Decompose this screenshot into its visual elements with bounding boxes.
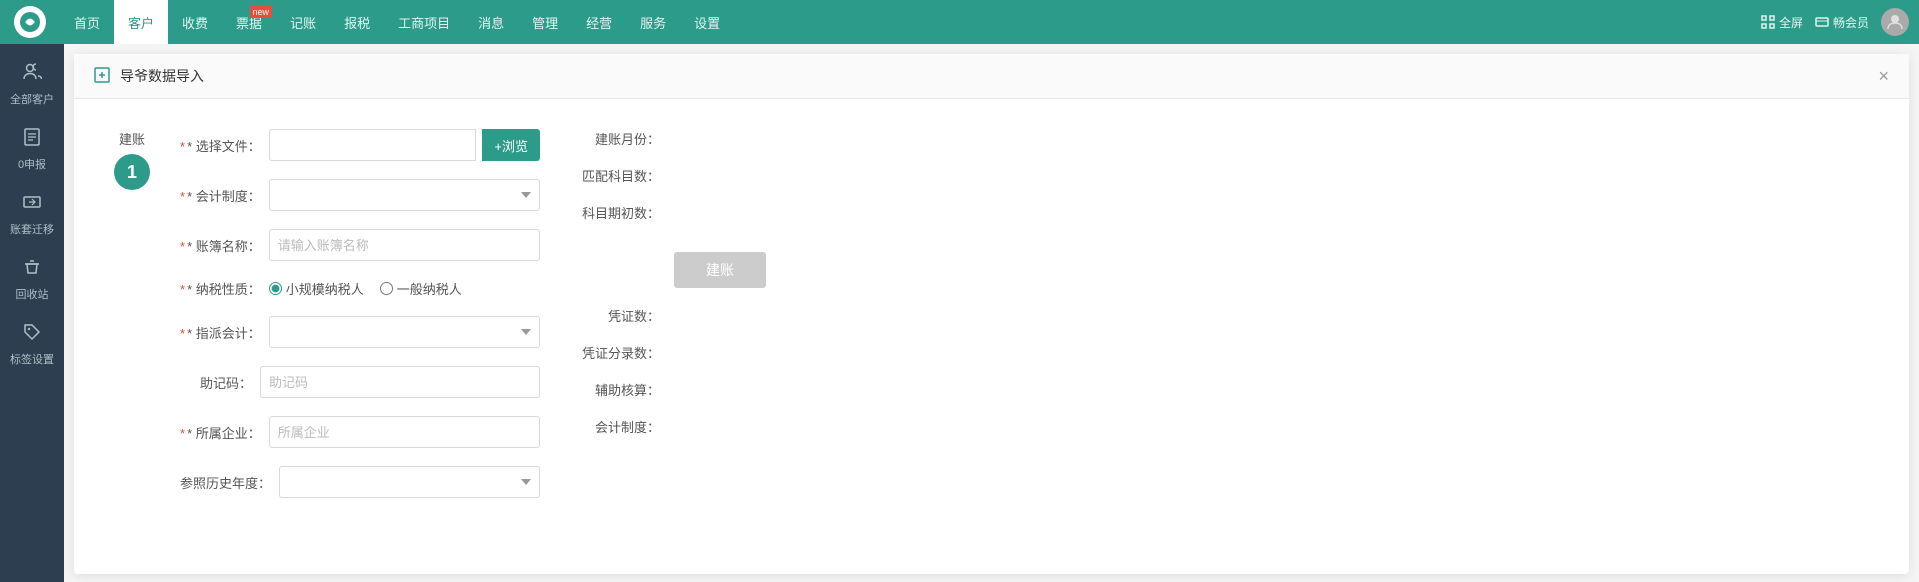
info-row-build-month: 建账月份： bbox=[580, 129, 860, 148]
nav-item-service[interactable]: 服务 bbox=[626, 0, 680, 44]
affiliated-company-input[interactable] bbox=[269, 416, 540, 448]
info-row-aux-calc: 辅助核算： bbox=[580, 380, 860, 399]
sidebar-label-all-clients: 全部客户 bbox=[10, 91, 54, 107]
nav-item-client[interactable]: 客户 bbox=[114, 0, 168, 44]
ledger-name-input[interactable] bbox=[269, 229, 540, 261]
build-account-button[interactable]: 建账 bbox=[674, 252, 766, 288]
info-row-voucher-entries: 凭证分录数： bbox=[580, 343, 860, 362]
affiliated-company-row: ** 所属企业： bbox=[180, 416, 540, 448]
form-layout: ** 选择文件： +浏览 ** 会计制度： bbox=[180, 129, 1869, 516]
step-circle: 1 bbox=[114, 154, 150, 190]
sidebar: 全部客户 0申报 账套迁移 回收站 标签设置 bbox=[0, 44, 64, 582]
nav-right: 全屏 畅会员 bbox=[1761, 8, 1909, 36]
step-area: 建账 1 ** 选择文件： bbox=[114, 129, 1869, 516]
reference-year-select[interactable] bbox=[279, 466, 540, 498]
avatar[interactable] bbox=[1881, 8, 1909, 36]
info-label-build-month: 建账月份： bbox=[580, 129, 660, 148]
memo-code-label: 助记码： bbox=[180, 373, 252, 392]
logo-icon bbox=[14, 6, 46, 38]
main-content: 导爷数据导入 × 建账 1 bbox=[64, 44, 1919, 582]
assigned-accountant-label: ** 指派会计： bbox=[180, 323, 261, 342]
nav-item-fee[interactable]: 收费 bbox=[168, 0, 222, 44]
accounting-system-label: ** 会计制度： bbox=[180, 186, 261, 205]
memo-code-input[interactable] bbox=[260, 366, 540, 398]
file-select-row: ** 选择文件： +浏览 bbox=[180, 129, 540, 161]
info-row-voucher-count: 凭证数： bbox=[580, 306, 860, 325]
info-label-voucher-entries: 凭证分录数： bbox=[580, 343, 660, 362]
dialog-body: 建账 1 ** 选择文件： bbox=[74, 99, 1909, 546]
nav-items: 首页 客户 收费 票据 new 记账 报税 工商项目 消息 管理 经营 服务 设… bbox=[60, 0, 1761, 44]
nav-item-operation[interactable]: 经营 bbox=[572, 0, 626, 44]
recycle-icon bbox=[22, 257, 42, 282]
fullscreen-btn[interactable]: 全屏 bbox=[1761, 14, 1803, 31]
reference-year-label: 参照历史年度： bbox=[180, 473, 271, 492]
info-label-accounting-system: 会计制度： bbox=[580, 417, 660, 436]
nav-item-manage[interactable]: 管理 bbox=[518, 0, 572, 44]
step-indicator: 建账 1 bbox=[114, 129, 150, 190]
info-row-match-subjects: 匹配科目数： bbox=[580, 166, 860, 185]
tax-nature-radio-group: 小规模纳税人 一般纳税人 bbox=[269, 279, 462, 298]
sidebar-item-declare[interactable]: 0申报 bbox=[2, 119, 62, 180]
nav-item-tax[interactable]: 报税 bbox=[330, 0, 384, 44]
nav-item-settings[interactable]: 设置 bbox=[680, 0, 734, 44]
member-btn[interactable]: 畅会员 bbox=[1815, 14, 1869, 31]
form-left: ** 选择文件： +浏览 ** 会计制度： bbox=[180, 129, 540, 516]
info-label-subjects-initial: 科目期初数： bbox=[580, 203, 660, 222]
step-label: 建账 bbox=[119, 129, 145, 148]
sidebar-label-tag-settings: 标签设置 bbox=[10, 351, 54, 367]
info-label-aux-calc: 辅助核算： bbox=[580, 380, 660, 399]
nav-item-message[interactable]: 消息 bbox=[464, 0, 518, 44]
top-nav: 首页 客户 收费 票据 new 记账 报税 工商项目 消息 管理 经营 服务 设… bbox=[0, 0, 1919, 44]
dialog: 导爷数据导入 × 建账 1 bbox=[74, 54, 1909, 574]
affiliated-company-label: ** 所属企业： bbox=[180, 423, 261, 442]
info-label-voucher-count: 凭证数： bbox=[580, 306, 660, 325]
dialog-title: 导爷数据导入 bbox=[94, 66, 204, 86]
nav-item-account[interactable]: 记账 bbox=[276, 0, 330, 44]
ledger-name-row: ** 账簿名称： bbox=[180, 229, 540, 261]
declare-icon bbox=[22, 127, 42, 152]
reference-year-row: 参照历史年度： bbox=[180, 466, 540, 498]
tax-nature-row: ** 纳税性质： 小规模纳税人 一般纳税人 bbox=[180, 279, 540, 298]
all-clients-icon bbox=[22, 62, 42, 87]
upload-icon bbox=[94, 67, 110, 86]
sidebar-item-account-migration[interactable]: 账套迁移 bbox=[2, 184, 62, 245]
file-select-label: ** 选择文件： bbox=[180, 136, 261, 155]
sidebar-label-declare: 0申报 bbox=[18, 156, 46, 172]
sidebar-item-recycle[interactable]: 回收站 bbox=[2, 249, 62, 310]
tag-settings-icon bbox=[22, 322, 42, 347]
accounting-system-row: ** 会计制度： bbox=[180, 179, 540, 211]
assigned-accountant-row: ** 指派会计： bbox=[180, 316, 540, 348]
file-input-area: +浏览 bbox=[269, 129, 540, 161]
tax-small-radio[interactable]: 小规模纳税人 bbox=[269, 279, 364, 298]
layout: 全部客户 0申报 账套迁移 回收站 标签设置 bbox=[0, 44, 1919, 582]
info-row-subjects-initial: 科目期初数： bbox=[580, 203, 860, 222]
new-badge: new bbox=[250, 6, 273, 18]
info-row-accounting-system: 会计制度： bbox=[580, 417, 860, 436]
sidebar-label-account-migration: 账套迁移 bbox=[10, 221, 54, 237]
sidebar-item-all-clients[interactable]: 全部客户 bbox=[2, 54, 62, 115]
tax-nature-label: ** 纳税性质： bbox=[180, 279, 261, 298]
sidebar-item-tag-settings[interactable]: 标签设置 bbox=[2, 314, 62, 375]
logo bbox=[10, 2, 50, 42]
sidebar-label-recycle: 回收站 bbox=[16, 286, 49, 302]
nav-item-biz[interactable]: 工商项目 bbox=[384, 0, 464, 44]
dialog-close-button[interactable]: × bbox=[1878, 67, 1889, 85]
nav-item-home[interactable]: 首页 bbox=[60, 0, 114, 44]
build-btn-area: 建账 bbox=[580, 242, 860, 288]
form-right: 建账月份： 匹配科目数： 科目期初数： bbox=[580, 129, 860, 516]
tax-general-radio[interactable]: 一般纳税人 bbox=[380, 279, 462, 298]
accounting-system-select[interactable] bbox=[269, 179, 540, 211]
browse-button[interactable]: +浏览 bbox=[482, 129, 540, 161]
ledger-name-label: ** 账簿名称： bbox=[180, 236, 261, 255]
nav-item-invoice[interactable]: 票据 new bbox=[222, 0, 276, 44]
memo-code-row: 助记码： bbox=[180, 366, 540, 398]
dialog-header: 导爷数据导入 × bbox=[74, 54, 1909, 99]
file-path-input[interactable] bbox=[269, 129, 477, 161]
assigned-accountant-select[interactable] bbox=[269, 316, 540, 348]
info-label-match-subjects: 匹配科目数： bbox=[580, 166, 660, 185]
account-migration-icon bbox=[22, 192, 42, 217]
